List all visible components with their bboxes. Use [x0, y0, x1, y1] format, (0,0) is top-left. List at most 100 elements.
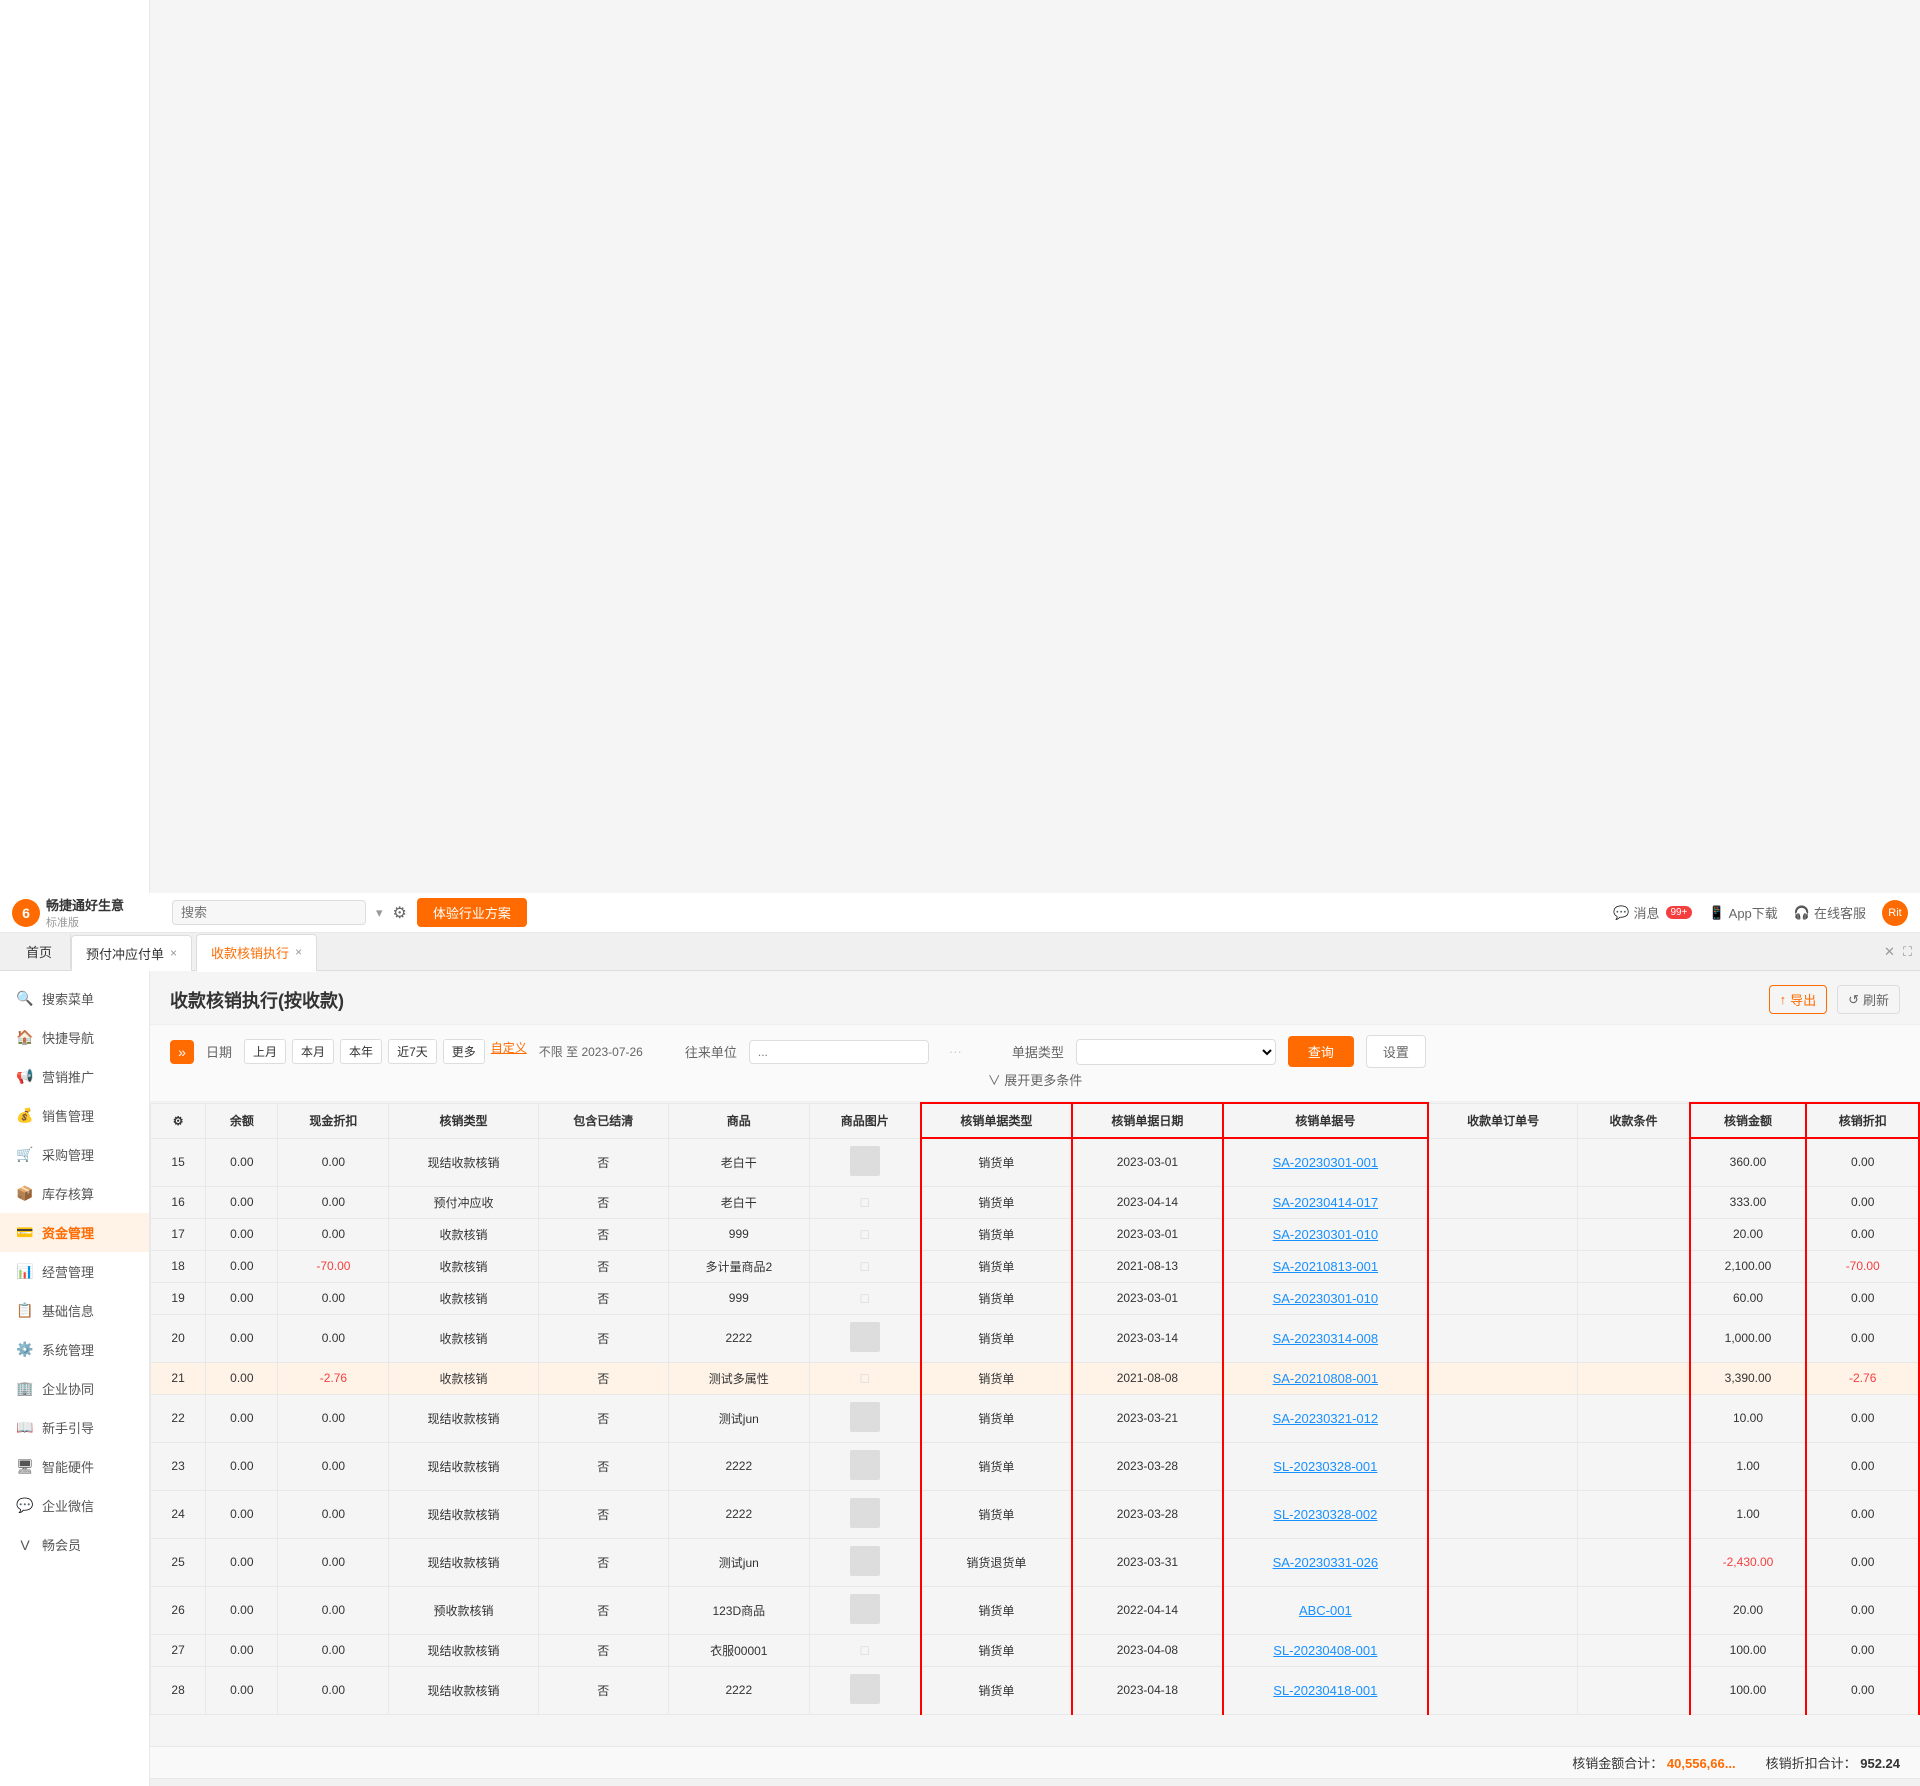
date-btn-last-month[interactable]: 上月 [244, 1039, 286, 1064]
cell-discount: 0.00 [1806, 1666, 1919, 1714]
tab-prepay-close-icon[interactable]: × [170, 946, 177, 960]
cell-goods: 测试jun [668, 1394, 809, 1442]
sidebar-item-basic[interactable]: 📋 基础信息 [0, 1291, 149, 1330]
cell-discount: -70.00 [1806, 1250, 1919, 1282]
horizontal-scrollbar[interactable] [150, 1778, 1920, 1786]
query-button[interactable]: 查询 [1288, 1036, 1354, 1067]
sidebar-item-sales[interactable]: 💰 销售管理 [0, 1096, 149, 1135]
doc-no-link[interactable]: SA-20230314-008 [1273, 1331, 1379, 1346]
sidebar-item-wechat[interactable]: 💬 企业微信 [0, 1486, 149, 1525]
doc-no-link[interactable]: SA-20230301-001 [1273, 1155, 1379, 1170]
tab-prepay[interactable]: 预付冲应付单 × [71, 935, 192, 971]
app-download-button[interactable]: 📱 App下载 [1708, 903, 1777, 922]
col-gear[interactable]: ⚙ [151, 1103, 206, 1138]
cell-settled: 否 [538, 1250, 668, 1282]
settings-gear-icon[interactable]: ⚙ [393, 903, 407, 923]
sidebar-item-hardware[interactable]: 🖥 智能硬件 [0, 1447, 149, 1486]
sidebar-item-purchase[interactable]: 🛒 采购管理 [0, 1135, 149, 1174]
cell-doc-no[interactable]: SA-20230414-017 [1223, 1186, 1428, 1218]
sidebar-item-operations[interactable]: 📊 经营管理 [0, 1252, 149, 1291]
sidebar-item-finance[interactable]: 💳 资金管理 [0, 1213, 149, 1252]
doc-no-link[interactable]: ABC-001 [1299, 1603, 1352, 1618]
doc-no-link[interactable]: SA-20230301-010 [1273, 1291, 1379, 1306]
sidebar-item-enterprise[interactable]: 🏢 企业协同 [0, 1369, 149, 1408]
tab-expand-icon[interactable]: ⛶ [1903, 944, 1912, 960]
unit-ellipsis: ··· [949, 1044, 962, 1059]
cell-img: ◻ [809, 1186, 921, 1218]
cell-doc-no[interactable]: SA-20230301-010 [1223, 1282, 1428, 1314]
table-row: 16 0.00 0.00 预付冲应收 否 老白干 ◻ 销货单 2023-04-1… [151, 1186, 1920, 1218]
cell-doc-date: 2023-04-18 [1072, 1666, 1223, 1714]
unit-filter-input[interactable] [749, 1040, 929, 1064]
sidebar-item-search[interactable]: 🔍 搜索菜单 [0, 979, 149, 1018]
cell-settled: 否 [538, 1442, 668, 1490]
doc-no-link[interactable]: SL-20230408-001 [1273, 1643, 1377, 1658]
doc-no-link[interactable]: SA-20210813-001 [1273, 1259, 1379, 1274]
col-include-settled: 包含已结清 [538, 1103, 668, 1138]
sidebar-item-member[interactable]: V 畅会员 [0, 1525, 149, 1564]
export-icon: ↑ [1780, 992, 1787, 1007]
sidebar-label-inventory: 库存核算 [42, 1184, 94, 1203]
cell-goods: 123D商品 [668, 1586, 809, 1634]
tab-writeoff-close-icon[interactable]: × [295, 945, 302, 959]
message-button[interactable]: 💬 消息 99+ [1613, 903, 1692, 922]
tab-home[interactable]: 首页 [8, 934, 71, 969]
doc-no-link[interactable]: SL-20230328-002 [1273, 1507, 1377, 1522]
cell-doc-no[interactable]: SL-20230418-001 [1223, 1666, 1428, 1714]
export-button[interactable]: ↑ 导出 [1769, 985, 1828, 1014]
sidebar-item-system[interactable]: ⚙️ 系统管理 [0, 1330, 149, 1369]
cell-doc-no[interactable]: ABC-001 [1223, 1586, 1428, 1634]
tab-prepay-label: 预付冲应付单 [86, 944, 164, 963]
doc-no-link[interactable]: SA-20230301-010 [1273, 1227, 1379, 1242]
sidebar-item-inventory[interactable]: 📦 库存核算 [0, 1174, 149, 1213]
table-container[interactable]: ⚙ 余额 现金折扣 核销类型 包含已结清 商品 商品图片 核销单据类型 核销单据… [150, 1102, 1920, 1746]
date-btn-this-year[interactable]: 本年 [340, 1039, 382, 1064]
sidebar-item-marketing[interactable]: 📢 营销推广 [0, 1057, 149, 1096]
doc-no-link[interactable]: SA-20230414-017 [1273, 1195, 1379, 1210]
date-custom-link[interactable]: 自定义 [491, 1039, 527, 1064]
online-service-button[interactable]: 🎧 在线客服 [1794, 903, 1866, 922]
marketing-icon: 📢 [16, 1068, 34, 1085]
date-btn-last-7days[interactable]: 近7天 [388, 1039, 437, 1064]
cell-balance: 0.00 [206, 1490, 278, 1538]
doc-no-link[interactable]: SA-20210808-001 [1273, 1371, 1379, 1386]
cell-doc-date: 2023-03-28 [1072, 1442, 1223, 1490]
cell-doc-no[interactable]: SL-20230328-001 [1223, 1442, 1428, 1490]
cell-doc-no[interactable]: SA-20230314-008 [1223, 1314, 1428, 1362]
message-label: 消息 [1633, 903, 1659, 922]
cell-amount: 20.00 [1690, 1586, 1807, 1634]
tab-writeoff[interactable]: 收款核销执行 × [196, 934, 317, 972]
doc-no-link[interactable]: SL-20230418-001 [1273, 1683, 1377, 1698]
cell-doc-date: 2021-08-08 [1072, 1362, 1223, 1394]
column-settings-button[interactable]: 设置 [1366, 1035, 1426, 1068]
cell-goods: 2222 [668, 1442, 809, 1490]
date-btn-more[interactable]: 更多 [443, 1039, 485, 1064]
cell-doc-no[interactable]: SL-20230328-002 [1223, 1490, 1428, 1538]
top-search-input[interactable] [172, 900, 366, 925]
cell-doc-no[interactable]: SL-20230408-001 [1223, 1634, 1428, 1666]
cell-doc-no[interactable]: SA-20210813-001 [1223, 1250, 1428, 1282]
industry-solution-button[interactable]: 体验行业方案 [417, 898, 527, 927]
tab-close-all-icon[interactable]: ✕ [1884, 944, 1895, 960]
type-filter-select[interactable] [1076, 1039, 1276, 1065]
cell-doc-no[interactable]: SA-20230301-010 [1223, 1218, 1428, 1250]
doc-no-link[interactable]: SA-20230321-012 [1273, 1411, 1379, 1426]
cell-doc-no[interactable]: SA-20210808-001 [1223, 1362, 1428, 1394]
basic-icon: 📋 [16, 1302, 34, 1319]
doc-no-link[interactable]: SL-20230328-001 [1273, 1459, 1377, 1474]
doc-no-link[interactable]: SA-20230331-026 [1273, 1555, 1379, 1570]
user-avatar[interactable]: Rit [1882, 900, 1908, 926]
sidebar-item-quicknav[interactable]: 🏠 快捷导航 [0, 1018, 149, 1057]
cell-amount: 60.00 [1690, 1282, 1807, 1314]
cell-discount: 0.00 [1806, 1442, 1919, 1490]
cell-settled: 否 [538, 1314, 668, 1362]
cell-doc-no[interactable]: SA-20230301-001 [1223, 1138, 1428, 1186]
sidebar-item-guide[interactable]: 📖 新手引导 [0, 1408, 149, 1447]
expand-more-button[interactable]: ∨ 展开更多条件 [170, 1068, 1900, 1091]
cell-doc-no[interactable]: SA-20230331-026 [1223, 1538, 1428, 1586]
cell-doc-no[interactable]: SA-20230321-012 [1223, 1394, 1428, 1442]
cell-doc-date: 2021-08-13 [1072, 1250, 1223, 1282]
filter-toggle-button[interactable]: » [170, 1040, 194, 1064]
refresh-button[interactable]: ↺ 刷新 [1837, 985, 1900, 1014]
date-btn-this-month[interactable]: 本月 [292, 1039, 334, 1064]
